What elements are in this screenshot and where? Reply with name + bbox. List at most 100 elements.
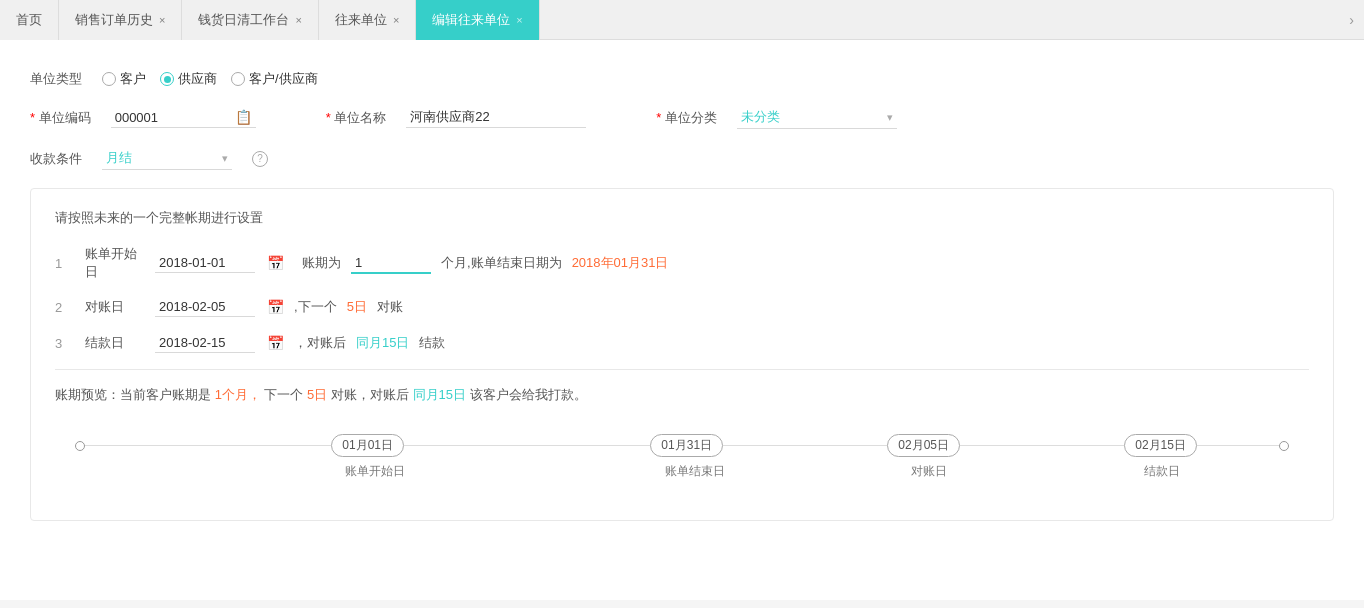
tab-counterparty[interactable]: 往来单位 × xyxy=(319,0,416,40)
unit-name-label: 单位名称 xyxy=(326,109,387,127)
radio-supplier-circle xyxy=(160,72,174,86)
row-label-1: 账单开始日 xyxy=(85,245,145,281)
timeline-label-text-0: 账单开始日 xyxy=(345,463,405,480)
tab-cash-work-label: 钱货日清工作台 xyxy=(198,11,289,29)
unit-category-select[interactable]: 未分类 ▾ xyxy=(737,106,897,129)
help-icon[interactable]: ? xyxy=(252,151,268,167)
payment-terms-arrow-icon[interactable]: ▾ xyxy=(218,152,232,165)
timeline-line-2 xyxy=(723,445,887,446)
timeline-line-1 xyxy=(404,445,650,446)
preview-date1: 5日 xyxy=(307,387,327,402)
period-input[interactable] xyxy=(351,253,431,274)
payment-terms-value: 月结 xyxy=(102,147,218,169)
timeline-badge-3: 02月15日 xyxy=(1124,434,1197,457)
row-num-2: 2 xyxy=(55,300,75,315)
section-divider xyxy=(55,369,1309,370)
radio-customer[interactable]: 客户 xyxy=(102,70,146,88)
payment-date-input[interactable] xyxy=(155,333,255,353)
settings-section: 请按照未来的一个完整帐期进行设置 1 账单开始日 📅 账期为 个月,账单结束日期… xyxy=(30,188,1334,521)
radio-both-label: 客户/供应商 xyxy=(249,70,318,88)
preview-prefix: 账期预览：当前客户账期是 xyxy=(55,387,211,402)
reconcile-date-input[interactable] xyxy=(155,297,255,317)
reconcile-highlight: 5日 xyxy=(347,298,367,316)
unit-type-label: 单位类型 xyxy=(30,70,82,88)
radio-both-circle xyxy=(231,72,245,86)
tab-cash-work-close[interactable]: × xyxy=(295,14,301,26)
reconcile-prefix: ,下一个 xyxy=(294,298,337,316)
tab-edit-counterparty[interactable]: 编辑往来单位 × xyxy=(416,0,539,40)
timeline-label-1: 账单结束日 xyxy=(665,463,725,480)
preview-period: 1个月， xyxy=(215,387,261,402)
unit-category-arrow-icon[interactable]: ▾ xyxy=(883,111,897,124)
setting-row-2: 2 对账日 📅 ,下一个 5日 对账 xyxy=(55,297,1309,317)
tab-edit-counterparty-label: 编辑往来单位 xyxy=(432,11,510,29)
radio-supplier-label: 供应商 xyxy=(178,70,217,88)
unit-type-radio-group: 客户 供应商 客户/供应商 xyxy=(102,70,318,88)
timeline-label-2: 对账日 xyxy=(899,463,959,480)
unit-info-row: 单位编码 📋 单位名称 单位分类 未分类 ▾ xyxy=(30,106,1334,129)
start-date-input[interactable] xyxy=(155,253,255,273)
timeline-label-0: 账单开始日 xyxy=(345,463,405,480)
row-num-1: 1 xyxy=(55,256,75,271)
tab-cash-work[interactable]: 钱货日清工作台 × xyxy=(182,0,318,40)
radio-supplier[interactable]: 供应商 xyxy=(160,70,217,88)
preview-mid1: 下一个 xyxy=(264,387,303,402)
start-date-calendar-icon[interactable]: 📅 xyxy=(267,255,284,271)
setting-row-3: 3 结款日 📅 ，对账后 同月15日 结款 xyxy=(55,333,1309,353)
unit-code-label: 单位编码 xyxy=(30,109,91,127)
timeline-line-0 xyxy=(85,445,331,446)
unit-code-calendar-icon[interactable]: 📋 xyxy=(231,109,256,125)
preview-mid2: 对账，对账后 xyxy=(331,387,409,402)
payment-highlight: 同月15日 xyxy=(356,334,409,352)
radio-customer-circle xyxy=(102,72,116,86)
tab-home[interactable]: 首页 xyxy=(0,0,59,40)
row-label-2: 对账日 xyxy=(85,298,145,316)
tab-sales-order-close[interactable]: × xyxy=(159,14,165,26)
timeline-node-0 xyxy=(75,441,85,451)
radio-customer-label: 客户 xyxy=(120,70,146,88)
payment-terms-label: 收款条件 xyxy=(30,150,82,168)
timeline: 01月01日 01月31日 02月05日 02月15日 账单开始日 账单结束日 xyxy=(55,424,1309,500)
payment-prefix: ，对账后 xyxy=(294,334,346,352)
tab-home-label: 首页 xyxy=(16,11,42,29)
row-label-3: 结款日 xyxy=(85,334,145,352)
row-num-3: 3 xyxy=(55,336,75,351)
tab-counterparty-close[interactable]: × xyxy=(393,14,399,26)
preview-suffix: 该客户会给我打款。 xyxy=(470,387,587,402)
reconcile-date-calendar-icon[interactable]: 📅 xyxy=(267,299,284,315)
tab-sales-order[interactable]: 销售订单历史 × xyxy=(59,0,182,40)
period-label: 账期为 xyxy=(302,254,341,272)
period-unit-text: 个月,账单结束日期为 xyxy=(441,254,562,272)
timeline-labels-row: 账单开始日 账单结束日 对账日 结款日 xyxy=(75,463,1289,480)
tab-edit-counterparty-close[interactable]: × xyxy=(516,14,522,26)
preview-date2: 同月15日 xyxy=(413,387,466,402)
tab-counterparty-label: 往来单位 xyxy=(335,11,387,29)
tab-sales-order-label: 销售订单历史 xyxy=(75,11,153,29)
unit-name-input[interactable] xyxy=(406,108,586,128)
unit-code-input-wrapper: 📋 xyxy=(111,108,256,128)
unit-type-row: 单位类型 客户 供应商 客户/供应商 xyxy=(30,70,1334,88)
unit-category-label: 单位分类 xyxy=(656,109,717,127)
timeline-label-text-3: 结款日 xyxy=(1144,463,1180,480)
preview-text: 账期预览：当前客户账期是 1个月， 下一个 5日 对账，对账后 同月15日 该客… xyxy=(55,386,1309,404)
unit-category-value: 未分类 xyxy=(737,106,883,128)
timeline-badge-2: 02月05日 xyxy=(887,434,960,457)
timeline-badge-1: 01月31日 xyxy=(650,434,723,457)
setting-row-1: 1 账单开始日 📅 账期为 个月,账单结束日期为 2018年01月31日 xyxy=(55,245,1309,281)
timeline-line-3 xyxy=(960,445,1124,446)
payment-terms-select[interactable]: 月结 ▾ xyxy=(102,147,232,170)
tabs-bar: 首页 销售订单历史 × 钱货日清工作台 × 往来单位 × 编辑往来单位 × › xyxy=(0,0,1364,40)
unit-code-input[interactable] xyxy=(111,108,231,127)
section-title: 请按照未来的一个完整帐期进行设置 xyxy=(55,209,1309,227)
payment-middle: 结款 xyxy=(419,334,445,352)
tabs-right-arrow[interactable]: › xyxy=(1339,12,1364,28)
timeline-label-text-2: 对账日 xyxy=(911,463,947,480)
payment-date-calendar-icon[interactable]: 📅 xyxy=(267,335,284,351)
timeline-node-end xyxy=(1279,441,1289,451)
timeline-label-text-1: 账单结束日 xyxy=(665,463,725,480)
reconcile-middle: 对账 xyxy=(377,298,403,316)
main-content: 单位类型 客户 供应商 客户/供应商 单位编码 📋 单位名称 单位分 xyxy=(0,40,1364,600)
timeline-badge-0: 01月01日 xyxy=(331,434,404,457)
payment-terms-row: 收款条件 月结 ▾ ? xyxy=(30,147,1334,170)
radio-both[interactable]: 客户/供应商 xyxy=(231,70,318,88)
